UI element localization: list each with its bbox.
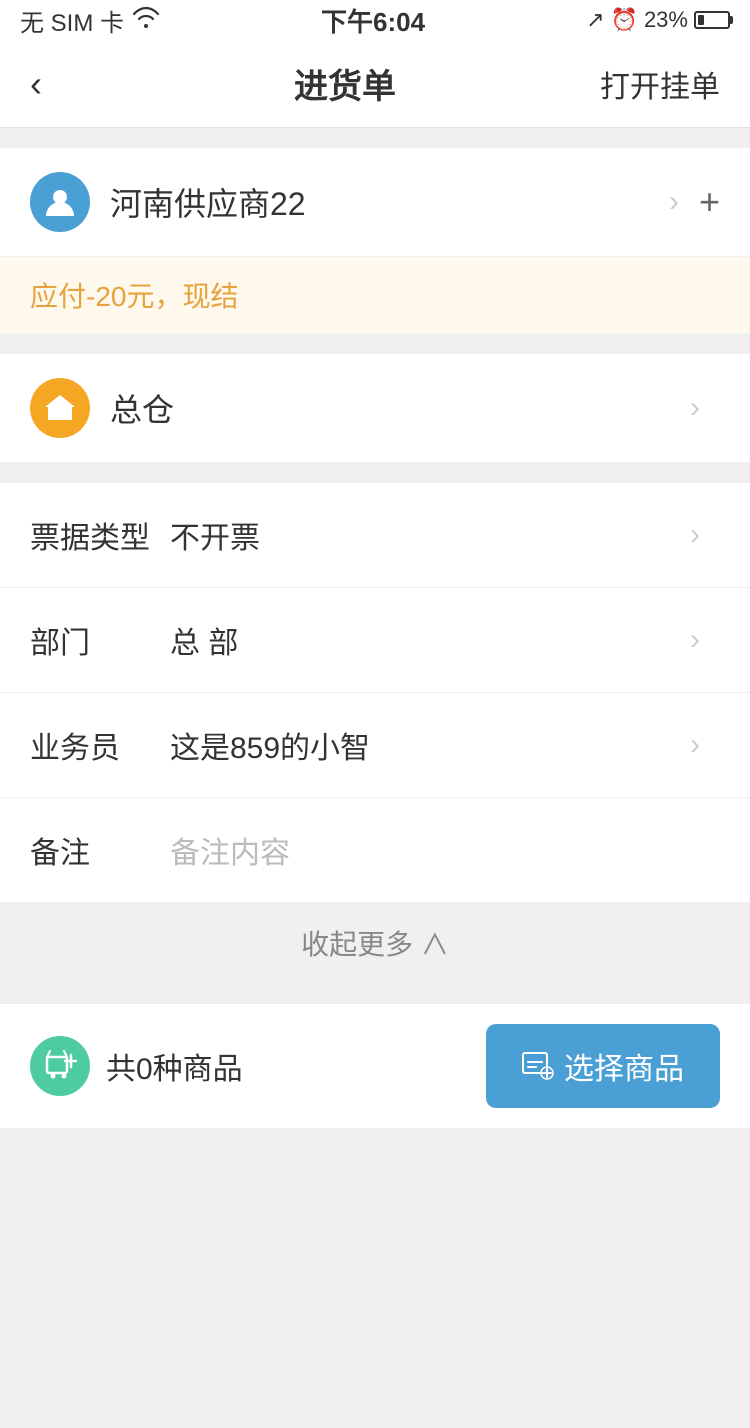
collapse-button[interactable]: 收起更多 ∧ — [0, 903, 750, 983]
dept-value: 总 部 — [160, 618, 690, 662]
page-title: 进货单 — [294, 59, 396, 108]
battery-percent: 23% — [644, 7, 688, 33]
section-gap-1 — [0, 128, 750, 148]
supplier-name: 河南供应商22 — [110, 179, 669, 225]
goods-count-label: 共0种商品 — [106, 1044, 243, 1088]
remark-label: 备注 — [30, 828, 160, 872]
warehouse-row[interactable]: 总仓 › — [0, 354, 750, 463]
select-goods-button[interactable]: 选择商品 — [486, 1024, 720, 1108]
location-icon: ↗ — [586, 7, 604, 33]
alarm-icon: ⏰ — [611, 7, 638, 33]
cart-icon-wrap — [30, 1036, 90, 1096]
section-gap-3 — [0, 463, 750, 483]
open-pending-button[interactable]: 打开挂单 — [600, 62, 720, 106]
supplier-alert: 应付-20元，现结 — [0, 257, 750, 334]
status-bar: 无 SIM 卡 下午6:04 ↗ ⏰ 23% — [0, 0, 750, 40]
time-label: 下午6:04 — [321, 2, 425, 39]
warehouse-name: 总仓 — [110, 385, 690, 431]
invoice-label: 票据类型 — [30, 513, 160, 557]
supplier-row[interactable]: 河南供应商22 › + — [0, 148, 750, 257]
section-gap-2 — [0, 334, 750, 354]
nav-bar: ‹ 进货单 打开挂单 — [0, 40, 750, 128]
section-gap-4 — [0, 983, 750, 1003]
invoice-value: 不开票 — [160, 513, 690, 557]
dept-label: 部门 — [30, 618, 160, 662]
sales-label: 业务员 — [30, 723, 160, 767]
sales-chevron-icon: › — [690, 728, 700, 762]
warehouse-icon — [30, 378, 90, 438]
status-right: ↗ ⏰ 23% — [586, 7, 730, 33]
warehouse-chevron-icon: › — [690, 391, 700, 425]
wifi-icon — [132, 6, 160, 35]
lower-area — [0, 1128, 750, 1428]
remark-row[interactable]: 备注 备注内容 — [0, 798, 750, 903]
sales-row[interactable]: 业务员 这是859的小智 › — [0, 693, 750, 798]
status-left: 无 SIM 卡 — [20, 3, 160, 38]
supplier-chevron-icon: › — [669, 185, 679, 219]
bottom-bar: 共0种商品 选择商品 — [0, 1003, 750, 1128]
dept-chevron-icon: › — [690, 623, 700, 657]
sales-value: 这是859的小智 — [160, 723, 690, 767]
goods-info: 共0种商品 — [30, 1036, 243, 1096]
invoice-row[interactable]: 票据类型 不开票 › — [0, 483, 750, 588]
warehouse-section: 总仓 › — [0, 354, 750, 463]
supplier-avatar — [30, 172, 90, 232]
form-section: 票据类型 不开票 › 部门 总 部 › 业务员 这是859的小智 › 备注 备注… — [0, 483, 750, 903]
remark-input[interactable]: 备注内容 — [160, 828, 720, 872]
select-goods-label: 选择商品 — [564, 1044, 684, 1088]
invoice-chevron-icon: › — [690, 518, 700, 552]
supplier-section: 河南供应商22 › + 应付-20元，现结 — [0, 148, 750, 334]
carrier-label: 无 SIM 卡 — [20, 3, 124, 38]
back-button[interactable]: ‹ — [30, 63, 90, 105]
add-button[interactable]: + — [699, 181, 720, 223]
dept-row[interactable]: 部门 总 部 › — [0, 588, 750, 693]
battery-icon — [694, 11, 730, 29]
